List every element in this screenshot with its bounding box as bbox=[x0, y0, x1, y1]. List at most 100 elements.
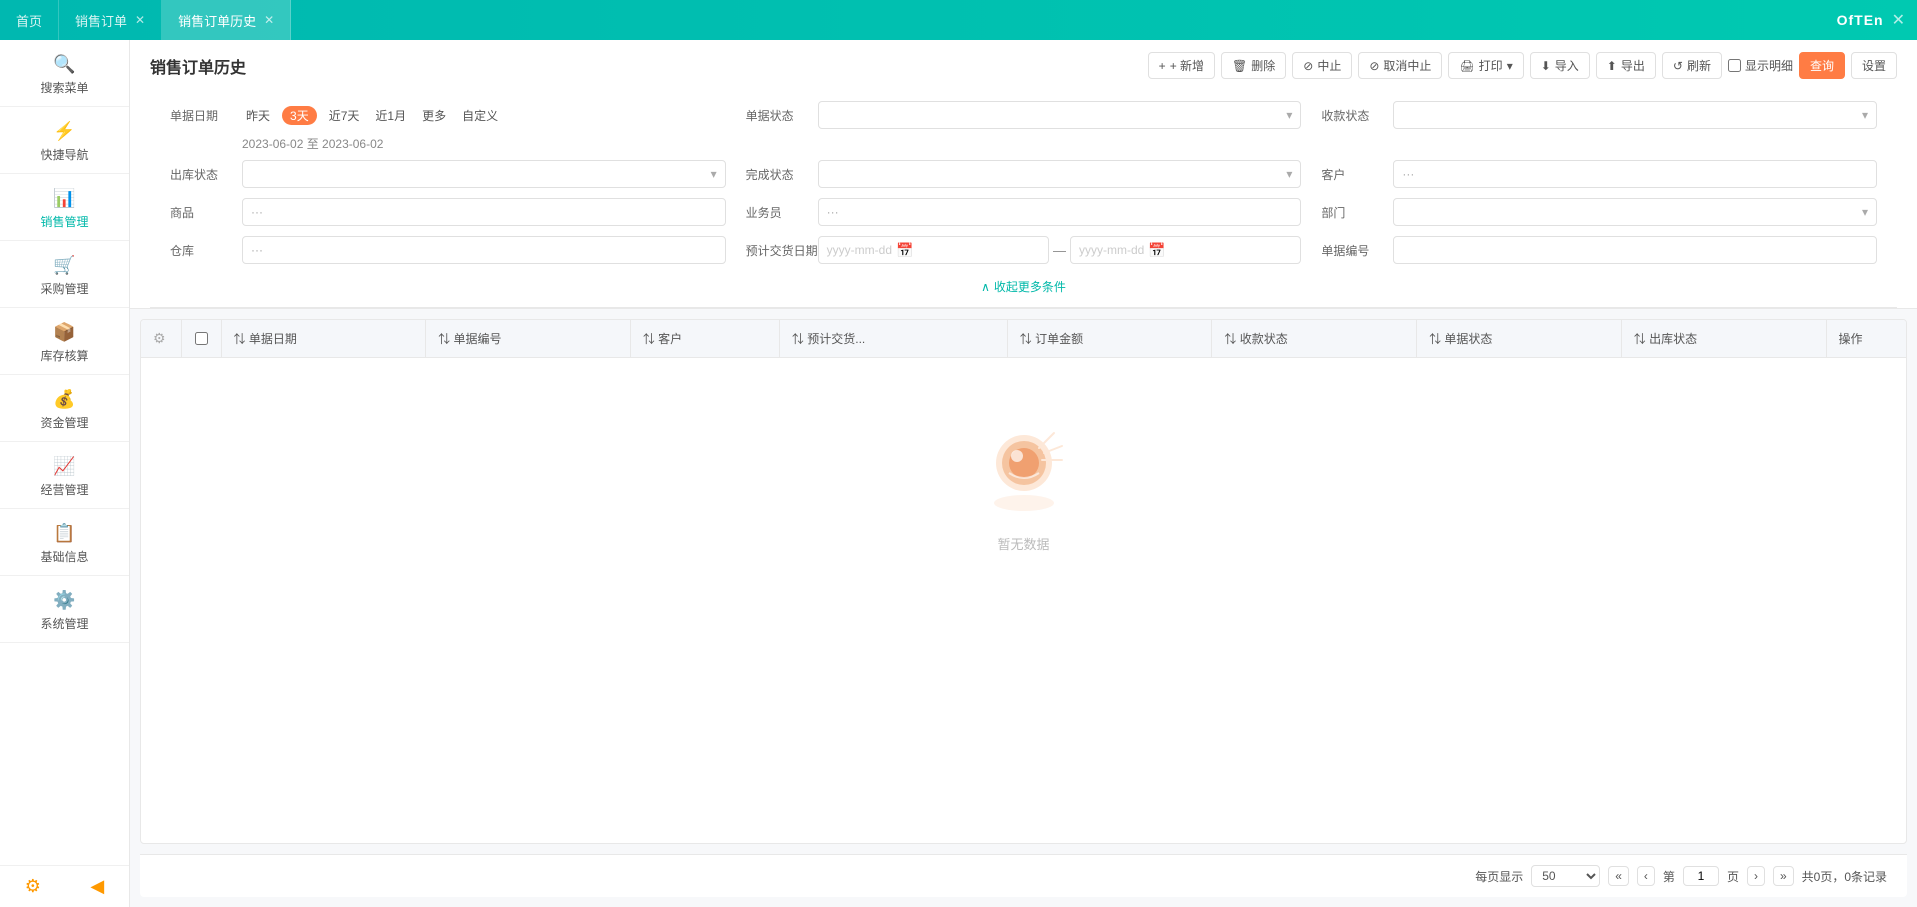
sidebar-item-purchase-mgmt-label: 采购管理 bbox=[40, 280, 88, 297]
bill-status-filter-group: 单据状态 ▾ bbox=[746, 101, 1302, 129]
sidebar-item-quick-nav-label: 快捷导航 bbox=[40, 146, 88, 163]
salesperson-dots: ··· bbox=[827, 205, 839, 219]
payment-status-label: 收款状态 bbox=[1321, 107, 1393, 124]
tab-sales-order-history[interactable]: 销售订单历史 ✕ bbox=[162, 0, 291, 40]
export-button[interactable]: ⬆ 导出 bbox=[1596, 52, 1656, 79]
sidebar-item-basic-info[interactable]: 📋 基础信息 bbox=[0, 509, 129, 576]
query-button[interactable]: 查询 bbox=[1799, 52, 1845, 79]
prev-page-btn[interactable]: ‹ bbox=[1637, 866, 1655, 886]
collapse-row[interactable]: ∧ 收起更多条件 bbox=[170, 274, 1877, 295]
bill-no-label: 单据编号 bbox=[1321, 242, 1393, 259]
sidebar-item-search-menu[interactable]: 🔍 搜索菜单 bbox=[0, 40, 129, 107]
bill-no-input[interactable] bbox=[1393, 236, 1877, 264]
print-button[interactable]: 🖨 打印 ▾ bbox=[1448, 52, 1523, 79]
bill-status-select[interactable]: ▾ bbox=[818, 101, 1302, 129]
print-icon: 🖨 bbox=[1459, 59, 1474, 73]
sidebar-item-ops-mgmt[interactable]: 📈 经营管理 bbox=[0, 442, 129, 509]
cancel-stop-icon: ⊘ bbox=[1369, 59, 1379, 73]
delete-button[interactable]: 🗑 删除 bbox=[1221, 52, 1286, 79]
product-dots: ··· bbox=[251, 205, 263, 219]
delivery-status-select[interactable]: ▾ bbox=[242, 160, 726, 188]
tab-list: 首页 销售订单 ✕ 销售订单历史 ✕ bbox=[0, 0, 1825, 40]
tab-sales-order-history-close[interactable]: ✕ bbox=[264, 13, 274, 27]
sys-mgmt-icon: ⚙️ bbox=[53, 590, 75, 611]
page-label: 第 bbox=[1663, 868, 1675, 885]
complete-status-filter-group: 完成状态 ▾ bbox=[746, 160, 1302, 188]
product-filter-group: 商品 ··· bbox=[170, 198, 726, 226]
refresh-button[interactable]: ↺ 刷新 bbox=[1662, 52, 1722, 79]
page-input[interactable] bbox=[1683, 866, 1719, 886]
th-gear[interactable]: ⚙ bbox=[141, 320, 181, 358]
sidebar-item-sales-mgmt-label: 销售管理 bbox=[40, 213, 88, 230]
sidebar-item-search-menu-label: 搜索菜单 bbox=[40, 79, 88, 96]
settings-label: 设置 bbox=[1862, 57, 1886, 74]
expected-date-start[interactable]: yyyy-mm-dd 📅 bbox=[818, 236, 1049, 264]
complete-status-label: 完成状态 bbox=[746, 166, 818, 183]
tab-sales-order-label: 销售订单 bbox=[75, 11, 127, 30]
tab-home-label: 首页 bbox=[16, 11, 42, 30]
date-7days-btn[interactable]: 近7天 bbox=[325, 106, 364, 125]
payment-status-select[interactable]: ▾ bbox=[1393, 101, 1877, 129]
next-page-btn[interactable]: › bbox=[1747, 866, 1765, 886]
date-1month-btn[interactable]: 近1月 bbox=[371, 106, 410, 125]
sidebar-bottom: ⚙ ◀ bbox=[0, 865, 129, 907]
date-more-btn[interactable]: 更多 bbox=[418, 106, 450, 125]
sidebar-item-inventory-calc[interactable]: 📦 库存核算 bbox=[0, 308, 129, 375]
display-columns-input[interactable] bbox=[1728, 59, 1741, 72]
customer-input[interactable]: ··· bbox=[1393, 160, 1877, 188]
expected-date-end[interactable]: yyyy-mm-dd 📅 bbox=[1070, 236, 1301, 264]
delivery-status-filter-group: 出库状态 ▾ bbox=[170, 160, 726, 188]
first-page-btn[interactable]: « bbox=[1608, 866, 1629, 886]
warehouse-label: 仓库 bbox=[170, 242, 242, 259]
sidebar-item-fund-mgmt[interactable]: 💰 资金管理 bbox=[0, 375, 129, 442]
cancel-stop-button[interactable]: ⊘ 取消中止 bbox=[1358, 52, 1442, 79]
settings-button[interactable]: 设置 bbox=[1851, 52, 1897, 79]
gear-icon[interactable]: ⚙ bbox=[153, 330, 166, 346]
add-button[interactable]: + + 新增 bbox=[1148, 52, 1215, 79]
sidebar-collapse-icon[interactable]: ◀ bbox=[90, 876, 104, 897]
expected-date-input-pair: yyyy-mm-dd 📅 — yyyy-mm-dd 📅 bbox=[818, 236, 1302, 264]
window-close-btn[interactable]: ✕ bbox=[1892, 10, 1905, 30]
date-3days-btn[interactable]: 3天 bbox=[282, 106, 317, 125]
select-all-checkbox[interactable] bbox=[195, 332, 208, 345]
th-checkbox[interactable] bbox=[181, 320, 221, 358]
date-custom-btn[interactable]: 自定义 bbox=[458, 106, 502, 125]
sidebar-item-quick-nav[interactable]: ⚡ 快捷导航 bbox=[0, 107, 129, 174]
product-input[interactable]: ··· bbox=[242, 198, 726, 226]
quick-nav-icon: ⚡ bbox=[53, 121, 75, 142]
page-size-label: 每页显示 bbox=[1475, 868, 1523, 885]
collapse-up-icon: ∧ bbox=[981, 280, 990, 294]
th-payment-status: ⇅ 收款状态 bbox=[1212, 320, 1417, 358]
tab-home[interactable]: 首页 bbox=[0, 0, 59, 40]
department-label: 部门 bbox=[1321, 204, 1393, 221]
warehouse-dots: ··· bbox=[251, 243, 263, 257]
date-start-placeholder: yyyy-mm-dd bbox=[827, 243, 892, 257]
brand-label: OfTEn bbox=[1837, 12, 1884, 28]
date-end-placeholder: yyyy-mm-dd bbox=[1079, 243, 1144, 257]
sidebar-settings-icon[interactable]: ⚙ bbox=[25, 876, 41, 897]
calendar-end-icon: 📅 bbox=[1148, 242, 1165, 259]
date-yesterday-btn[interactable]: 昨天 bbox=[242, 106, 274, 125]
tab-sales-order[interactable]: 销售订单 ✕ bbox=[59, 0, 162, 40]
stop-button[interactable]: ⊘ 中止 bbox=[1292, 52, 1352, 79]
bill-status-arrow: ▾ bbox=[1286, 108, 1292, 122]
page-size-select[interactable]: 20 50 100 bbox=[1531, 865, 1600, 887]
table-body: 暂无数据 bbox=[141, 358, 1906, 614]
salesperson-input[interactable]: ··· bbox=[818, 198, 1302, 226]
import-button[interactable]: ⬇ 导入 bbox=[1530, 52, 1590, 79]
calendar-start-icon: 📅 bbox=[896, 242, 913, 259]
tab-sales-order-close[interactable]: ✕ bbox=[135, 13, 145, 27]
display-columns-checkbox[interactable]: 显示明细 bbox=[1728, 57, 1793, 74]
salesperson-filter-group: 业务员 ··· bbox=[746, 198, 1302, 226]
complete-status-select[interactable]: ▾ bbox=[818, 160, 1302, 188]
sidebar-item-sales-mgmt[interactable]: 📊 销售管理 bbox=[0, 174, 129, 241]
department-select[interactable]: ▾ bbox=[1393, 198, 1877, 226]
sidebar-item-sys-mgmt[interactable]: ⚙️ 系统管理 bbox=[0, 576, 129, 643]
delete-icon: 🗑 bbox=[1232, 59, 1247, 73]
sidebar-item-purchase-mgmt[interactable]: 🛒 采购管理 bbox=[0, 241, 129, 308]
delivery-status-label: 出库状态 bbox=[170, 166, 242, 183]
last-page-btn[interactable]: » bbox=[1773, 866, 1794, 886]
th-order-amount: ⇅ 订单金额 bbox=[1007, 320, 1212, 358]
warehouse-input[interactable]: ··· bbox=[242, 236, 726, 264]
print-arrow-icon: ▾ bbox=[1507, 59, 1513, 73]
